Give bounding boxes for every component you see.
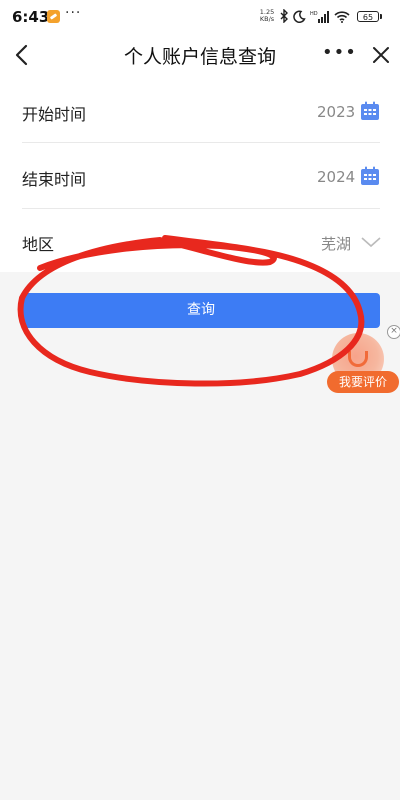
region-value[interactable]: 芜湖 bbox=[321, 233, 351, 254]
start-time-row[interactable]: 开始时间 2023 bbox=[0, 76, 400, 142]
end-time-value[interactable]: 2024 bbox=[317, 168, 355, 186]
query-form: 开始时间 2023 结束时间 2024 地区 芜湖 bbox=[0, 76, 400, 272]
region-label: 地区 bbox=[22, 235, 55, 254]
end-time-label: 结束时间 bbox=[22, 170, 87, 189]
region-row[interactable]: 地区 芜湖 bbox=[0, 208, 400, 274]
nav-bar: 个人账户信息查询 ••• bbox=[0, 34, 400, 76]
back-icon[interactable] bbox=[10, 40, 36, 70]
signal-icon: HD bbox=[310, 10, 329, 23]
more-notifications-icon: ··· bbox=[65, 5, 82, 21]
more-options-button[interactable]: ••• bbox=[322, 42, 356, 68]
network-speed-unit: KB/s bbox=[259, 15, 275, 23]
start-time-label: 开始时间 bbox=[22, 105, 87, 124]
query-button[interactable]: 查询 bbox=[22, 293, 380, 328]
wifi-icon bbox=[334, 10, 350, 23]
status-time: 6:43 bbox=[12, 8, 50, 26]
chevron-down-icon[interactable] bbox=[360, 235, 382, 249]
moon-icon bbox=[293, 10, 306, 23]
rate-close-button[interactable]: × bbox=[387, 325, 400, 339]
start-time-value[interactable]: 2023 bbox=[317, 103, 355, 121]
app-notification-icon bbox=[47, 10, 60, 23]
svg-text:HD: HD bbox=[310, 11, 318, 17]
status-icons: HD bbox=[279, 9, 350, 23]
calendar-icon[interactable] bbox=[360, 101, 380, 121]
rate-label[interactable]: 我要评价 bbox=[327, 371, 399, 393]
bluetooth-icon bbox=[280, 9, 288, 23]
status-bar: 6:43 ··· 1.25 KB/s HD 65 bbox=[0, 0, 400, 34]
close-icon[interactable] bbox=[368, 41, 394, 69]
rate-widget[interactable]: × 我要评价 bbox=[327, 325, 400, 395]
battery-icon: 65 bbox=[357, 11, 382, 22]
calendar-icon[interactable] bbox=[360, 166, 380, 186]
network-speed: 1.25 KB/s bbox=[257, 9, 277, 23]
end-time-row[interactable]: 结束时间 2024 bbox=[0, 142, 400, 208]
